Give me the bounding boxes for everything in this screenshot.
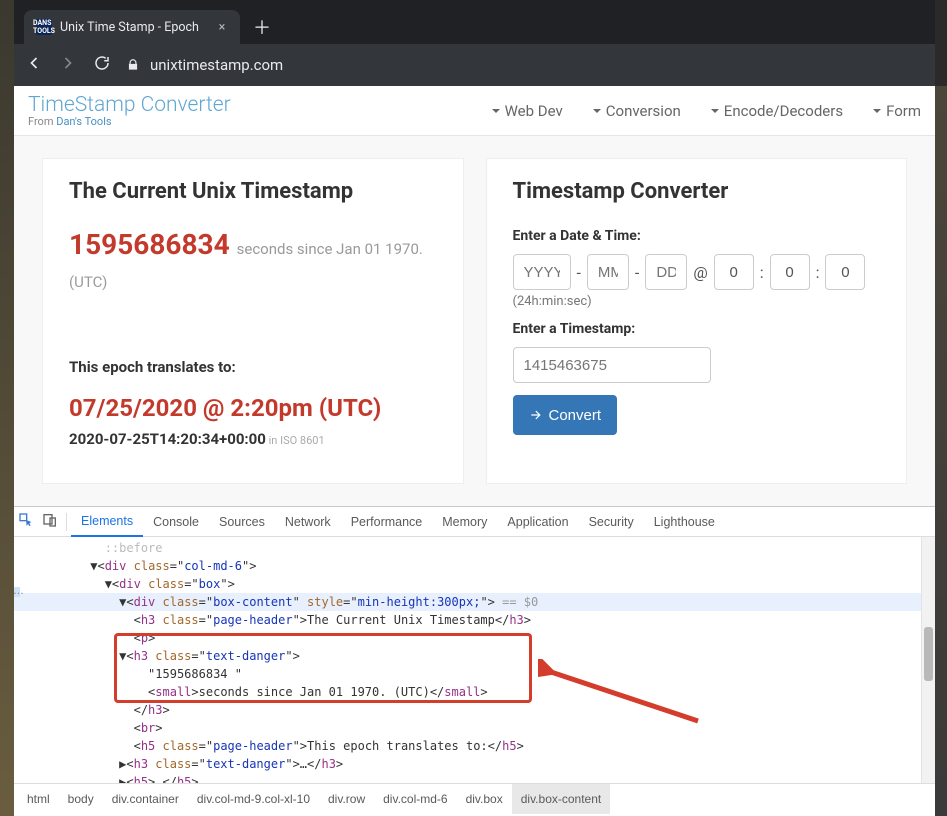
device-icon[interactable] (38, 512, 62, 531)
crumb[interactable]: body (59, 784, 103, 814)
nav-conversion[interactable]: Conversion (593, 102, 681, 120)
site-nav: TimeStamp Converter From Dan's Tools Web… (14, 86, 935, 136)
day-input[interactable] (645, 254, 687, 290)
devtools-tab-sources[interactable]: Sources (209, 507, 275, 537)
second-input[interactable] (825, 254, 865, 290)
nav-form[interactable]: Form (873, 102, 921, 120)
gutter-marker (14, 587, 20, 597)
iso-date: 2020-07-25T14:20:34+00:00 in ISO 8601 (69, 430, 437, 448)
devtools-tab-application[interactable]: Application (497, 507, 578, 537)
convert-button[interactable]: Convert (513, 395, 618, 435)
lock-icon (126, 58, 140, 72)
minute-input[interactable] (770, 254, 810, 290)
timestamp-label: Enter a Timestamp: (513, 321, 881, 337)
dom-tree[interactable]: ::before ▼<div class="col-md-6"> ▼<div c… (14, 537, 921, 783)
url-text: unixtimestamp.com (150, 56, 283, 74)
caret-down-icon (873, 109, 881, 117)
time-hint: (24h:min:sec) (513, 294, 881, 309)
devtools-panel: Elements Console Sources Network Perform… (14, 506, 935, 816)
inspect-icon[interactable] (14, 512, 38, 531)
translated-date: 07/25/2020 @ 2:20pm (UTC) (69, 394, 437, 422)
address-bar: unixtimestamp.com (14, 44, 935, 86)
brand-title[interactable]: TimeStamp Converter (28, 93, 231, 117)
devtools-tab-performance[interactable]: Performance (341, 507, 433, 537)
month-input[interactable] (587, 254, 629, 290)
crumb[interactable]: div.col-md-6 (374, 784, 456, 814)
devtools-tab-network[interactable]: Network (275, 507, 341, 537)
current-timestamp-card: The Current Unix Timestamp 1595686834 se… (42, 158, 464, 484)
crumb[interactable]: div.box-content (512, 784, 611, 814)
page-content: The Current Unix Timestamp 1595686834 se… (14, 136, 935, 506)
translates-label: This epoch translates to: (69, 358, 437, 376)
converter-card: Timestamp Converter Enter a Date & Time:… (486, 158, 908, 484)
tab-bar: DANSTOOLS Unix Time Stamp - Epoch × ＋ (14, 0, 935, 44)
close-icon[interactable]: × (214, 20, 230, 35)
caret-down-icon (711, 109, 719, 117)
crumb[interactable]: div.col-md-9.col-xl-10 (188, 784, 319, 814)
arrow-right-icon (529, 408, 543, 422)
reload-button[interactable] (92, 54, 112, 77)
devtools-tab-lighthouse[interactable]: Lighthouse (644, 507, 725, 537)
devtools-tab-elements[interactable]: Elements (71, 507, 143, 537)
nav-encode[interactable]: Encode/Decoders (711, 102, 843, 120)
crumb[interactable]: div.container (103, 784, 188, 814)
hour-input[interactable] (714, 254, 754, 290)
date-label: Enter a Date & Time: (513, 228, 881, 244)
scrollbar-thumb[interactable] (924, 627, 933, 681)
caret-down-icon (593, 109, 601, 117)
crumb[interactable]: div.box (457, 784, 512, 814)
page-heading: The Current Unix Timestamp (69, 179, 437, 204)
back-button[interactable] (24, 53, 44, 78)
converter-heading: Timestamp Converter (513, 179, 881, 204)
dom-breadcrumbs: html body div.container div.col-md-9.col… (14, 783, 935, 813)
crumb[interactable]: html (18, 784, 59, 814)
crumb[interactable]: div.row (319, 784, 374, 814)
devtools-tab-console[interactable]: Console (143, 507, 209, 537)
scrollbar[interactable] (921, 537, 935, 783)
caret-down-icon (492, 109, 500, 117)
year-input[interactable] (513, 254, 571, 290)
devtools-tab-security[interactable]: Security (579, 507, 644, 537)
new-tab-button[interactable]: ＋ (248, 13, 276, 41)
forward-button[interactable] (58, 53, 78, 78)
current-timestamp: 1595686834 seconds since Jan 01 1970. (U… (69, 228, 437, 294)
address-field[interactable]: unixtimestamp.com (126, 56, 925, 74)
favicon: DANSTOOLS (36, 19, 52, 35)
tab-title: Unix Time Stamp - Epoch (60, 20, 206, 35)
browser-tab[interactable]: DANSTOOLS Unix Time Stamp - Epoch × (24, 10, 240, 44)
devtools-tab-memory[interactable]: Memory (432, 507, 497, 537)
timestamp-input[interactable] (513, 347, 711, 383)
nav-web-dev[interactable]: Web Dev (492, 102, 563, 120)
